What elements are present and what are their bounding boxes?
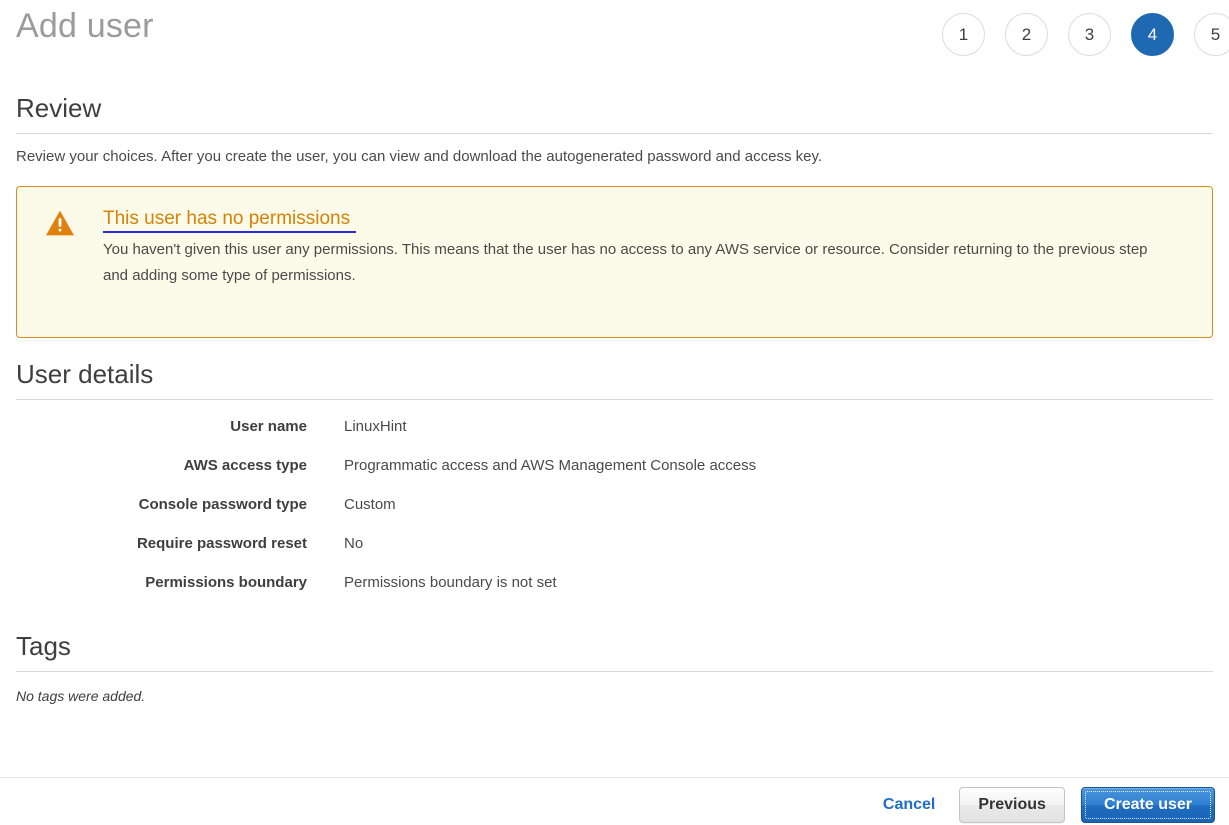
- review-heading: Review: [16, 93, 102, 123]
- detail-value-password-type: Custom: [344, 496, 396, 513]
- no-permissions-warning: This user has no permissions You haven't…: [16, 186, 1213, 338]
- tags-empty-message: No tags were added.: [16, 688, 146, 704]
- detail-value-user-name: LinuxHint: [344, 418, 407, 435]
- review-divider: [16, 133, 1213, 134]
- user-details-table: User name LinuxHint AWS access type Prog…: [0, 418, 1229, 613]
- user-details-divider: [16, 399, 1213, 400]
- step-3[interactable]: 3: [1068, 13, 1111, 56]
- warning-title: This user has no permissions: [103, 207, 357, 233]
- table-row: Permissions boundary Permissions boundar…: [0, 574, 1229, 613]
- detail-label-access-type: AWS access type: [183, 457, 307, 474]
- page-title: Add user: [16, 7, 154, 45]
- warning-triangle-icon: [45, 207, 79, 337]
- table-row: Console password type Custom: [0, 496, 1229, 535]
- review-description: Review your choices. After you create th…: [16, 148, 823, 165]
- table-row: User name LinuxHint: [0, 418, 1229, 457]
- detail-value-access-type: Programmatic access and AWS Management C…: [344, 457, 757, 474]
- wizard-footer: Cancel Previous Create user: [0, 777, 1229, 825]
- review-section: Review Review your choices. After you cr…: [0, 92, 1229, 168]
- detail-value-password-reset: No: [344, 535, 364, 552]
- wizard-header: Add user 1 2 3 4 5: [0, 0, 1229, 70]
- step-5[interactable]: 5: [1194, 13, 1229, 56]
- table-row: Require password reset No: [0, 535, 1229, 574]
- detail-label-password-reset: Require password reset: [136, 535, 307, 552]
- tags-section: Tags No tags were added.: [0, 630, 1229, 704]
- footer-actions: Cancel Previous Create user: [875, 787, 1215, 823]
- create-user-button[interactable]: Create user: [1080, 787, 1215, 823]
- step-1[interactable]: 1: [942, 13, 985, 56]
- step-indicator: 1 2 3 4 5: [942, 13, 1229, 56]
- tags-heading: Tags: [16, 631, 71, 661]
- table-row: AWS access type Programmatic access and …: [0, 457, 1229, 496]
- step-4[interactable]: 4: [1131, 13, 1174, 56]
- warning-content: This user has no permissions You haven't…: [79, 207, 1194, 337]
- detail-label-permissions-boundary: Permissions boundary: [145, 574, 307, 591]
- detail-label-user-name: User name: [230, 418, 307, 435]
- user-details-heading: User details: [16, 359, 154, 389]
- tags-divider: [16, 671, 1213, 672]
- previous-button[interactable]: Previous: [959, 787, 1065, 823]
- step-2[interactable]: 2: [1005, 13, 1048, 56]
- user-details-section: User details User name LinuxHint AWS acc…: [0, 358, 1229, 613]
- add-user-wizard: Add user 1 2 3 4 5 Review Review your ch…: [0, 0, 1229, 825]
- warning-text: You haven't given this user any permissi…: [103, 241, 1148, 284]
- cancel-button[interactable]: Cancel: [875, 790, 943, 820]
- detail-value-permissions-boundary: Permissions boundary is not set: [344, 574, 557, 591]
- detail-label-password-type: Console password type: [138, 496, 307, 513]
